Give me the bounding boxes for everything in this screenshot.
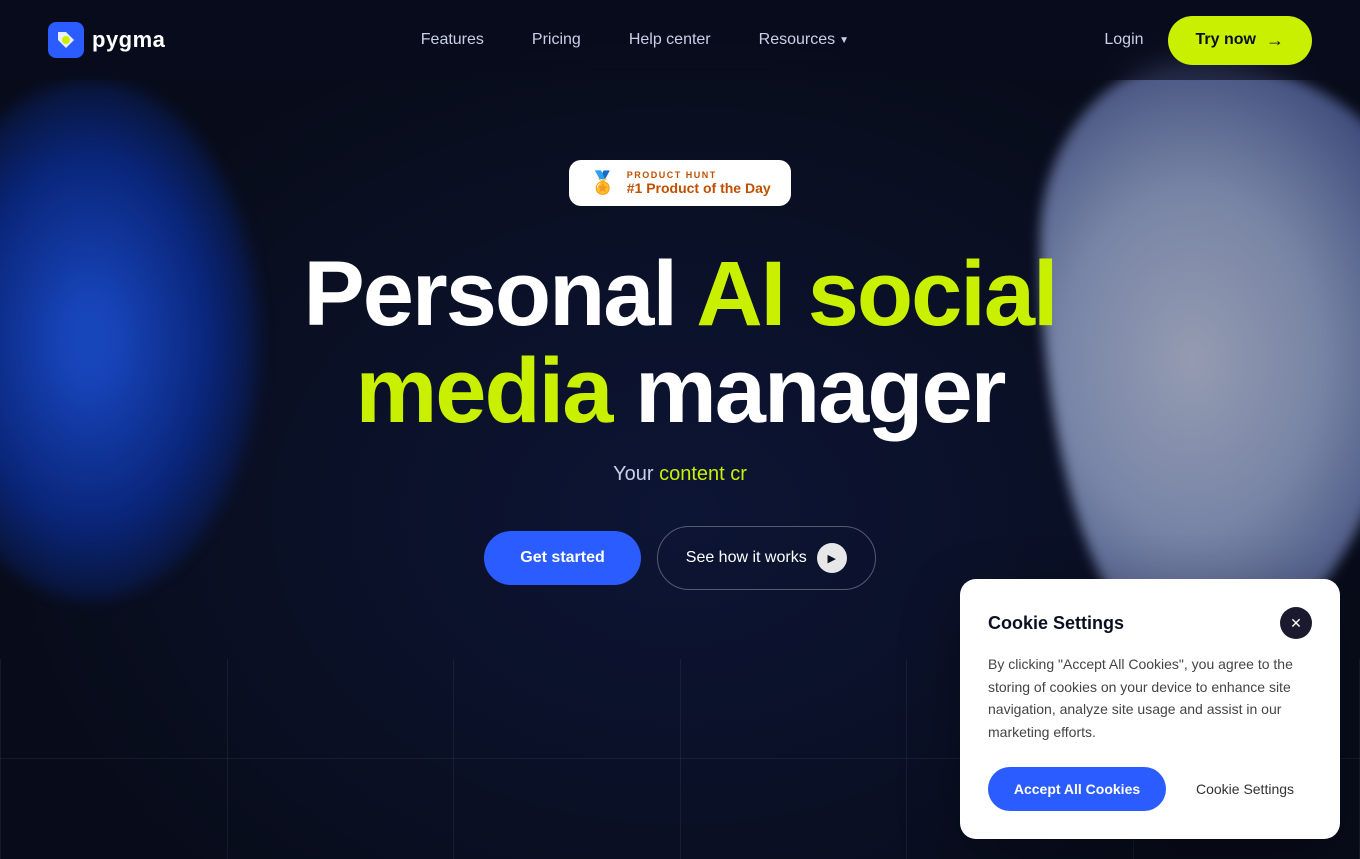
- hero-ctas: Get started See how it works ▶: [484, 526, 875, 590]
- hero-title-part3: media: [356, 340, 612, 442]
- hero-title-part4: manager: [635, 340, 1005, 442]
- play-icon: ▶: [817, 543, 847, 573]
- hero-title: Personal AI social media manager: [303, 246, 1056, 439]
- nav-features[interactable]: Features: [421, 31, 484, 48]
- cookie-actions: Accept All Cookies Cookie Settings: [988, 767, 1312, 811]
- logo-text: pygma: [92, 27, 165, 53]
- nav-help-center[interactable]: Help center: [629, 31, 711, 48]
- cookie-settings-button[interactable]: Cookie Settings: [1178, 781, 1312, 797]
- logo-link[interactable]: pygma: [48, 22, 165, 58]
- try-now-button[interactable]: Try now →: [1168, 16, 1312, 65]
- logo-icon: [48, 22, 84, 58]
- close-icon: ✕: [1290, 615, 1302, 632]
- hero-section: 🏅 PRODUCT HUNT #1 Product of the Day Per…: [0, 80, 1360, 590]
- nav-right: Login Try now →: [1104, 16, 1312, 65]
- nav-pricing[interactable]: Pricing: [532, 31, 581, 48]
- nav-resources[interactable]: Resources ▼: [759, 31, 849, 49]
- cookie-banner: Cookie Settings ✕ By clicking "Accept Al…: [960, 579, 1340, 839]
- navbar: pygma Features Pricing Help center Resou…: [0, 0, 1360, 80]
- hero-title-part2: AI social: [696, 243, 1056, 345]
- nav-links: Features Pricing Help center Resources ▼: [421, 31, 849, 49]
- chevron-down-icon: ▼: [839, 35, 849, 46]
- get-started-button[interactable]: Get started: [484, 531, 640, 585]
- see-how-button[interactable]: See how it works ▶: [657, 526, 876, 590]
- hero-subtitle: Your content cr: [613, 463, 747, 486]
- cookie-body-text: By clicking "Accept All Cookies", you ag…: [988, 653, 1312, 743]
- badge-main-text: #1 Product of the Day: [627, 180, 771, 196]
- hero-subtitle-highlight: content cr: [659, 463, 747, 485]
- product-hunt-badge: 🏅 PRODUCT HUNT #1 Product of the Day: [569, 160, 790, 206]
- login-link[interactable]: Login: [1104, 31, 1143, 49]
- badge-small-text: PRODUCT HUNT: [627, 170, 771, 180]
- hero-title-part1: Personal: [303, 243, 676, 345]
- cookie-header: Cookie Settings ✕: [988, 607, 1312, 639]
- arrow-right-icon: →: [1266, 30, 1284, 51]
- badge-text-group: PRODUCT HUNT #1 Product of the Day: [627, 170, 771, 196]
- cookie-title: Cookie Settings: [988, 613, 1124, 634]
- accept-all-cookies-button[interactable]: Accept All Cookies: [988, 767, 1166, 811]
- medal-icon: 🏅: [589, 170, 616, 196]
- cookie-close-button[interactable]: ✕: [1280, 607, 1312, 639]
